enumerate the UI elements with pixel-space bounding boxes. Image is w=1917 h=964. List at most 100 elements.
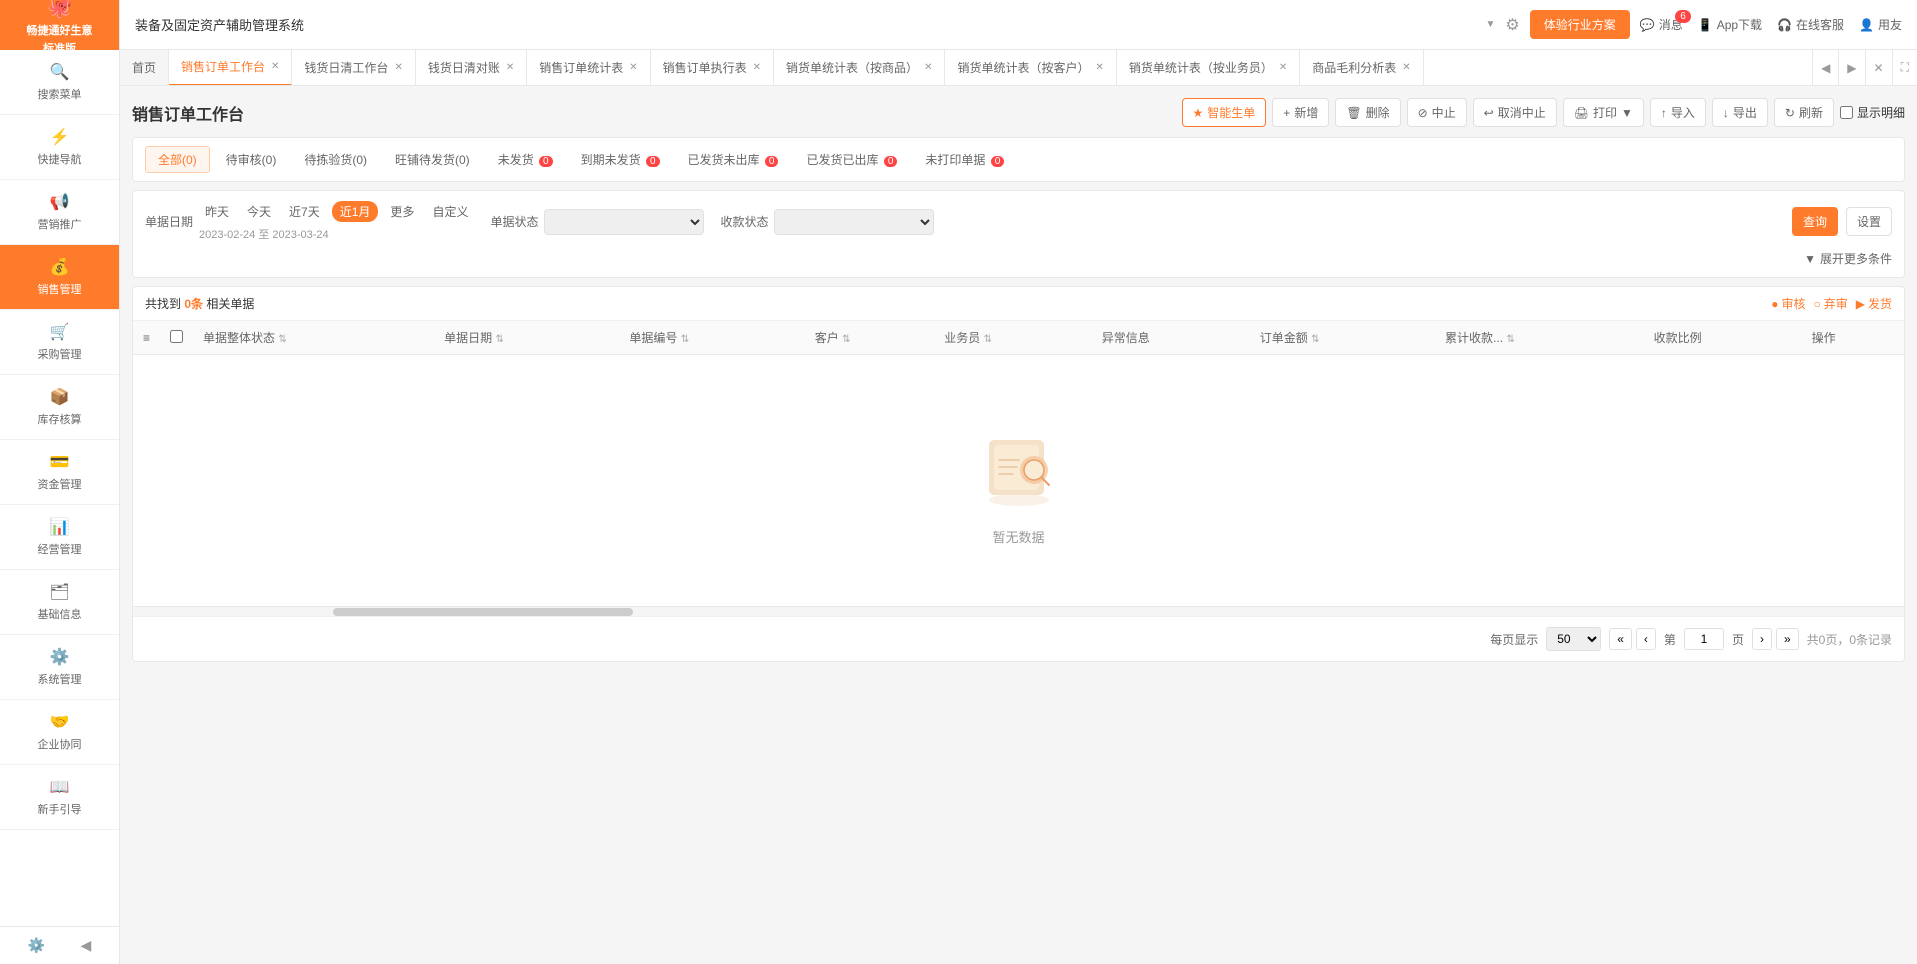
tab-scroll-left[interactable]: ◀ xyxy=(1812,50,1838,86)
sidebar-settings-btn[interactable]: ⚙️ xyxy=(28,937,45,954)
settings-filter-btn[interactable]: 设置 xyxy=(1846,207,1892,236)
sidebar-item-enterprise[interactable]: 🤝 企业协同 xyxy=(0,700,119,765)
col-date[interactable]: 单据日期 ⇅ xyxy=(434,321,619,355)
sidebar-item-marketing[interactable]: 📢 营销推广 xyxy=(0,180,119,245)
col-number[interactable]: 单据编号 ⇅ xyxy=(619,321,804,355)
tab-sales-close[interactable]: ✕ xyxy=(271,61,279,72)
refresh-btn[interactable]: ↻ 刷新 xyxy=(1774,98,1834,127)
tab-sales-exec[interactable]: 销售订单执行表 ✕ xyxy=(651,50,774,86)
sidebar-item-guide[interactable]: 📖 新手引导 xyxy=(0,765,119,830)
page-next-btn[interactable]: › xyxy=(1752,628,1772,650)
tab-customer-close[interactable]: ✕ xyxy=(1095,62,1103,73)
tab-product-close[interactable]: ✕ xyxy=(924,62,932,73)
sidebar-collapse-btn[interactable]: ◀ xyxy=(81,937,92,954)
date-opt-month[interactable]: 近1月 xyxy=(332,201,379,222)
date-opt-yesterday[interactable]: 昨天 xyxy=(199,201,235,222)
page-number-input[interactable] xyxy=(1684,628,1724,650)
tab-staff-close[interactable]: ✕ xyxy=(1279,62,1287,73)
filter-tab-shipped-out[interactable]: 已发货已出库 0 xyxy=(794,147,909,172)
tab-gross-close[interactable]: ✕ xyxy=(1402,62,1410,73)
sort-received-icon[interactable]: ⇅ xyxy=(1506,334,1514,345)
show-detail-toggle[interactable]: 显示明细 xyxy=(1840,104,1905,121)
sort-date-icon[interactable]: ⇅ xyxy=(495,334,503,345)
tab-close-all[interactable]: ✕ xyxy=(1865,50,1892,86)
status-select[interactable] xyxy=(544,209,704,235)
show-detail-checkbox[interactable] xyxy=(1840,106,1853,119)
tab-fullscreen[interactable]: ⛶ xyxy=(1892,50,1917,86)
tab-exec-close[interactable]: ✕ xyxy=(753,62,761,73)
stop-btn[interactable]: ⊘ 中止 xyxy=(1407,98,1467,127)
sidebar-item-finance[interactable]: 💳 资金管理 xyxy=(0,440,119,505)
col-status[interactable]: 单据整体状态 ⇅ xyxy=(193,321,434,355)
page-size-select[interactable]: 10 20 50 100 xyxy=(1546,627,1601,651)
online-service-btn[interactable]: 🎧 在线客服 xyxy=(1777,16,1844,33)
sidebar-item-basic-info[interactable]: 🗂 基础信息 xyxy=(0,570,119,635)
sidebar-item-system[interactable]: ⚙️ 系统管理 xyxy=(0,635,119,700)
date-opt-custom[interactable]: 自定义 xyxy=(426,201,474,222)
tab-scroll-right[interactable]: ▶ xyxy=(1838,50,1864,86)
export-btn[interactable]: ↓ 导出 xyxy=(1712,98,1768,127)
tab-sales-by-staff[interactable]: 销货单统计表（按业务员） ✕ xyxy=(1117,50,1300,86)
add-btn[interactable]: + 新增 xyxy=(1272,98,1329,127)
tab-gross-profit[interactable]: 商品毛利分析表 ✕ xyxy=(1300,50,1423,86)
tab-sales-workbench[interactable]: 销售订单工作台 ✕ xyxy=(169,50,292,86)
filter-tab-wangpu[interactable]: 旺铺待发货(0) xyxy=(383,147,482,172)
cancel-stop-btn[interactable]: ↩ 取消中止 xyxy=(1473,98,1557,127)
sort-staff-icon[interactable]: ⇅ xyxy=(984,334,992,345)
sidebar-item-sales[interactable]: 💰 销售管理 xyxy=(0,245,119,310)
tab-sales-stat[interactable]: 销售订单统计表 ✕ xyxy=(527,50,650,86)
tab-cash-daily[interactable]: 钱货日清工作台 ✕ xyxy=(292,50,415,86)
print-btn[interactable]: 🖨 打印 ▼ xyxy=(1563,98,1644,127)
audit-btn[interactable]: ● 审核 xyxy=(1771,295,1805,312)
filter-tab-all[interactable]: 全部(0) xyxy=(145,146,210,173)
filter-tab-not-shipped[interactable]: 未发货 0 xyxy=(486,147,565,172)
message-btn[interactable]: 💬 消息 6 xyxy=(1640,16,1683,33)
import-btn[interactable]: ↑ 导入 xyxy=(1650,98,1706,127)
system-dropdown-icon[interactable]: ▼ xyxy=(1486,19,1496,30)
sidebar-item-inventory[interactable]: 📦 库存核算 xyxy=(0,375,119,440)
sort-amount-icon[interactable]: ⇅ xyxy=(1311,334,1319,345)
expand-filter-btn[interactable]: ▼ 展开更多条件 xyxy=(1804,250,1892,267)
delete-btn[interactable]: 🗑 删除 xyxy=(1335,98,1400,127)
col-received[interactable]: 累计收款... ⇅ xyxy=(1435,321,1644,355)
payment-select[interactable] xyxy=(774,209,934,235)
tab-cash-daily-close[interactable]: ✕ xyxy=(394,62,402,73)
col-staff[interactable]: 业务员 ⇅ xyxy=(934,321,1091,355)
date-opt-today[interactable]: 今天 xyxy=(241,201,277,222)
scroll-thumb[interactable] xyxy=(333,608,633,616)
filter-tab-pending-review[interactable]: 待审核(0) xyxy=(214,147,289,172)
tab-home[interactable]: 首页 xyxy=(120,50,169,86)
checkbox-header[interactable] xyxy=(160,321,193,355)
col-amount[interactable]: 订单金额 ⇅ xyxy=(1250,321,1435,355)
horizontal-scroll[interactable] xyxy=(133,606,1904,616)
industry-btn[interactable]: 体验行业方案 xyxy=(1530,10,1630,39)
smart-create-btn[interactable]: ★ 智能生单 xyxy=(1182,98,1267,127)
filter-tab-not-printed[interactable]: 未打印单据 0 xyxy=(913,147,1016,172)
tab-sales-by-product[interactable]: 销货单统计表（按商品） ✕ xyxy=(774,50,945,86)
user-avatar-btn[interactable]: 👤 用友 xyxy=(1859,16,1902,33)
tab-cash-reconcile[interactable]: 钱货日清对账 ✕ xyxy=(416,50,527,86)
sidebar-item-search[interactable]: 🔍 搜索菜单 xyxy=(0,50,119,115)
tab-reconcile-close[interactable]: ✕ xyxy=(506,62,514,73)
date-opt-7days[interactable]: 近7天 xyxy=(283,201,326,222)
tab-sales-by-customer[interactable]: 销货单统计表（按客户） ✕ xyxy=(945,50,1116,86)
filter-tab-overdue[interactable]: 到期未发货 0 xyxy=(569,147,672,172)
app-download-btn[interactable]: 📱 App下载 xyxy=(1698,16,1762,33)
cancel-audit-btn[interactable]: ○ 弃审 xyxy=(1813,295,1847,312)
sort-number-icon[interactable]: ⇅ xyxy=(681,334,689,345)
sort-customer-icon[interactable]: ⇅ xyxy=(842,334,850,345)
tab-stat-close[interactable]: ✕ xyxy=(629,62,637,73)
date-opt-more[interactable]: 更多 xyxy=(384,201,420,222)
page-prev-btn[interactable]: ‹ xyxy=(1636,628,1656,650)
sidebar-item-quick-nav[interactable]: ⚡ 快捷导航 xyxy=(0,115,119,180)
col-customer[interactable]: 客户 ⇅ xyxy=(805,321,935,355)
page-first-btn[interactable]: « xyxy=(1609,628,1632,650)
ship-btn[interactable]: ▶ 发货 xyxy=(1856,295,1892,312)
settings-icon[interactable]: ⚙ xyxy=(1505,15,1519,35)
select-all-checkbox[interactable] xyxy=(170,330,183,343)
sidebar-item-operations[interactable]: 📊 经营管理 xyxy=(0,505,119,570)
sort-status-icon[interactable]: ⇅ xyxy=(278,334,286,345)
search-btn[interactable]: 查询 xyxy=(1792,207,1838,236)
filter-tab-shipped-not-out[interactable]: 已发货未出库 0 xyxy=(676,147,791,172)
page-last-btn[interactable]: » xyxy=(1776,628,1799,650)
